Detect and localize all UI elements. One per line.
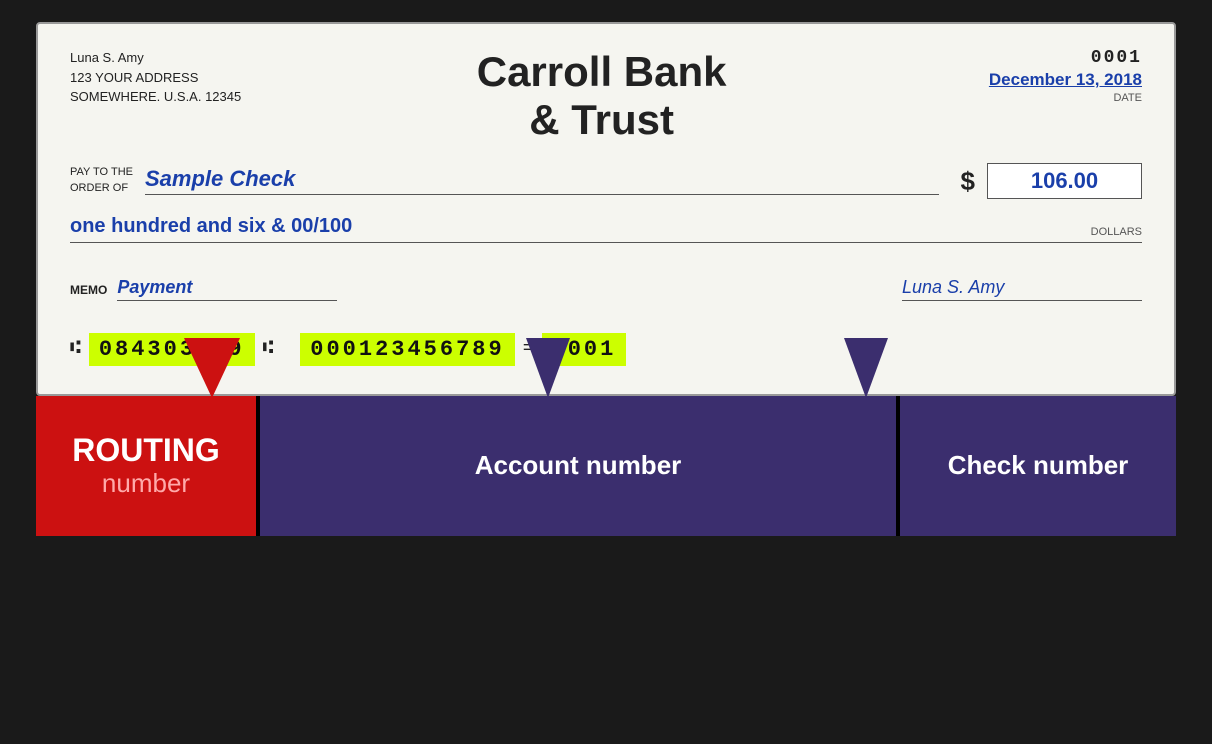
account-number-badge: Account number (256, 396, 896, 536)
amount-box: 106.00 (987, 163, 1142, 199)
payee-value: Sample Check (145, 166, 295, 192)
bank-name: Carroll Bank & Trust (241, 48, 962, 145)
account-number-label: Account number (475, 450, 682, 481)
check-number-display: 0001 (962, 48, 1142, 68)
owner-address1: 123 YOUR ADDRESS (70, 68, 241, 88)
pay-to-row: PAY TO THE ORDER OF Sample Check $ 106.0… (70, 163, 1142, 199)
account-number-micr: 000123456789 (300, 333, 514, 366)
amount-numeric: 106.00 (1031, 168, 1098, 194)
pay-to-label: PAY TO THE ORDER OF (70, 165, 133, 196)
check-date: December 13, 2018 (962, 70, 1142, 90)
check-number-label: Check number (948, 450, 1129, 481)
routing-badge: ROUTING number (36, 396, 256, 536)
memo-label: MEMO (70, 283, 107, 301)
memo-section: MEMO Payment (70, 273, 337, 301)
check-arrow (844, 338, 888, 398)
bottom-labels-section: ROUTING number Account number Check numb… (36, 396, 1176, 536)
owner-info: Luna S. Amy 123 YOUR ADDRESS SOMEWHERE. … (70, 48, 241, 107)
signature-value: Luna S. Amy (902, 277, 1004, 298)
micr-account-left-symbol (281, 339, 292, 359)
routing-title: ROUTING (72, 433, 220, 468)
dollar-sign: $ (961, 166, 975, 199)
amount-words-row: one hundred and six & 00/100 DOLLARS (70, 215, 1142, 243)
micr-left-symbol: ⑆ (70, 339, 81, 359)
check-header: Luna S. Amy 123 YOUR ADDRESS SOMEWHERE. … (70, 48, 1142, 145)
signature-line: Luna S. Amy (902, 273, 1142, 301)
owner-name: Luna S. Amy (70, 48, 241, 68)
owner-address2: SOMEWHERE. U.S.A. 12345 (70, 87, 241, 107)
memo-sig-row: MEMO Payment Luna S. Amy (70, 273, 1142, 301)
account-arrow (526, 338, 570, 398)
routing-subtitle: number (102, 468, 190, 499)
routing-arrow (184, 338, 240, 398)
payee-line: Sample Check (145, 167, 939, 195)
memo-value: Payment (117, 277, 192, 298)
micr-right-symbol: ⑆ (263, 339, 274, 359)
check-top-right: 0001 December 13, 2018 DATE (962, 48, 1142, 104)
amount-words: one hundred and six & 00/100 (70, 215, 352, 238)
memo-line: Payment (117, 273, 337, 301)
dollars-label: DOLLARS (1091, 226, 1142, 238)
date-label: DATE (962, 92, 1142, 104)
check-number-badge: Check number (896, 396, 1176, 536)
